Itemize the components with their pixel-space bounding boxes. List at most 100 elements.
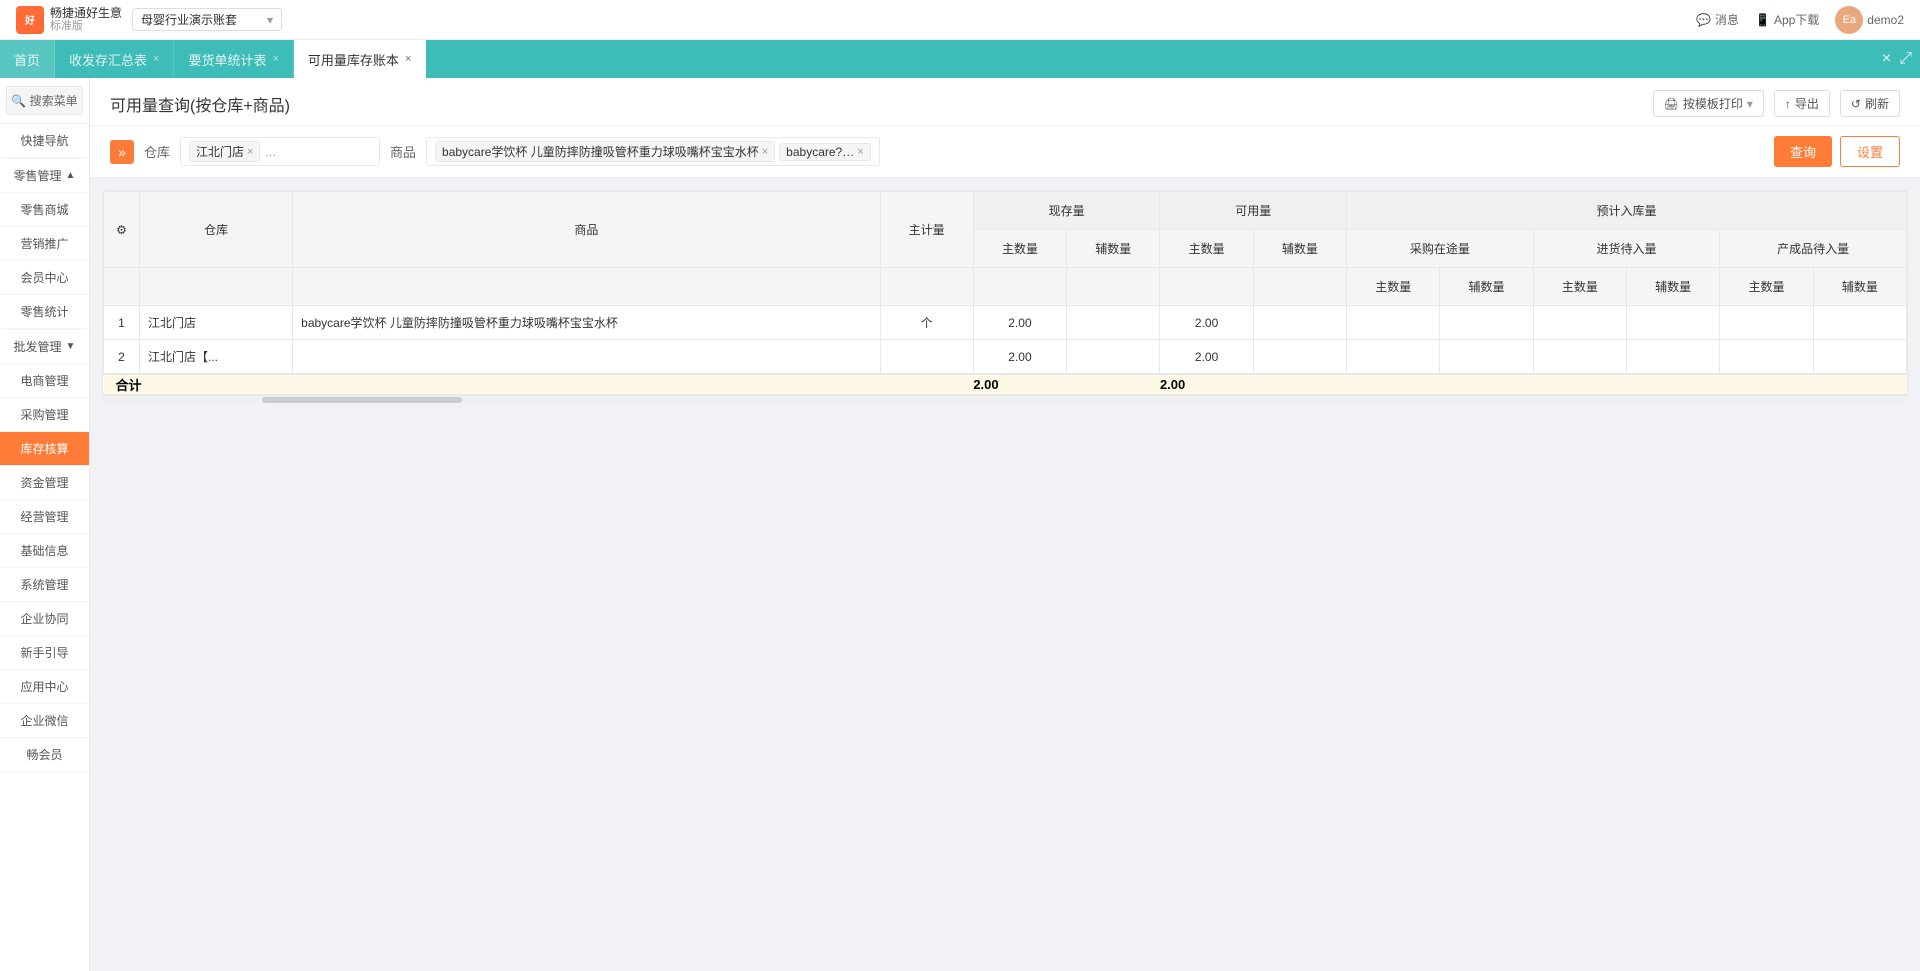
app-download-btn[interactable]: 📱 App下载 [1755,11,1819,28]
product-tag-1: babycare学饮杯 儿童防摔防撞吸管杯重力球吸嘴杯宝宝水杯 × [435,141,775,162]
inventory-table: ⚙ 仓库 商品 主计量 现存量 可用量 预计入库量 主数量 辅数量 主数量 [103,191,1907,394]
app-icon: 📱 [1755,13,1770,27]
sidebar-item-vip-member[interactable]: 畅会员 [0,738,89,772]
th-available: 可用量 [1160,192,1347,230]
message-btn[interactable]: 💬 消息 [1696,11,1739,28]
footer-row: 合计 2.00 2.00 [104,374,1907,394]
sidebar-item-basic-info[interactable]: 基础信息 [0,534,89,568]
warehouse-more[interactable]: … [264,145,276,159]
sidebar-item-enterprise[interactable]: 企业协同 [0,602,89,636]
receipt-tab-label: 收发存汇总表 [69,50,147,69]
th-avail-aux: 辅数量 [1253,230,1346,268]
cell-pur-main [1347,340,1440,375]
scroll-thumb[interactable] [262,397,462,403]
tab-order-stats[interactable]: 要货单统计表 × [174,40,293,78]
sidebar-search-area: 🔍 搜索菜单 [0,78,89,124]
cell-prod-aux [1813,306,1906,340]
th-purchase-transit: 采购在途量 [1347,230,1534,268]
sidebar-item-retail-mall[interactable]: 零售商城 [0,193,89,227]
sidebar-item-wholesale-mgmt[interactable]: 批发管理 ▼ [0,330,89,364]
filter-btn-group: 查询 设置 [1774,136,1900,167]
close-inventory-tab[interactable]: × [405,53,411,65]
sidebar-item-ecommerce[interactable]: 电商管理 [0,364,89,398]
expand-btn[interactable]: ⤢ [1899,50,1912,68]
th-production-waiting: 产成品待入量 [1720,230,1907,268]
cell-stock-aux [1067,340,1160,375]
warehouse-filter-input[interactable]: 江北门店 × … [180,137,380,166]
avatar: Ea [1835,6,1863,34]
table-row: 1 江北门店 babycare学饮杯 儿童防摔防撞吸管杯重力球吸嘴杯宝宝水杯 个… [104,306,1907,340]
sidebar-item-inventory[interactable]: 库存核算 [0,432,89,466]
cell-avail-main: 2.00 [1160,306,1253,340]
sidebar-item-finance[interactable]: 资金管理 [0,466,89,500]
footer-label: 合计 [104,374,974,394]
sidebar-item-system-mgmt[interactable]: 系统管理 [0,568,89,602]
th-stock-main: 主数量 [973,230,1066,268]
sidebar-item-retail-mgmt[interactable]: 零售管理 ▲ [0,159,89,193]
sidebar-item-new-guide[interactable]: 新手引导 [0,636,89,670]
th-empty4 [880,268,973,306]
sidebar-item-app-center[interactable]: 应用中心 [0,670,89,704]
top-bar: 好 畅捷通好生意 标准版 母婴行业演示账套 ▾ 💬 消息 📱 App下载 Ea … [0,0,1920,40]
close-order-tab[interactable]: × [272,53,278,65]
th-stock-aux: 辅数量 [1067,230,1160,268]
sidebar-item-retail-stats[interactable]: 零售统计 [0,295,89,329]
footer-pur-main [1347,374,1440,394]
th-empty8 [1253,268,1346,306]
sidebar: 🔍 搜索菜单 快捷导航 零售管理 ▲ 零售商城 营销推广 会员中心 零售统计 批… [0,78,90,971]
sidebar-item-operations[interactable]: 经营管理 [0,500,89,534]
sidebar-item-purchase-mgmt[interactable]: 采购管理 [0,398,89,432]
th-empty5 [973,268,1066,306]
sidebar-item-marketing[interactable]: 营销推广 [0,227,89,261]
close-all-btn[interactable]: × [1882,50,1891,68]
filter-toggle-btn[interactable]: » [110,140,134,164]
message-icon: 💬 [1696,13,1711,27]
cell-prod-main [1720,340,1813,375]
chevron-icon-2: ▼ [66,341,76,352]
user-menu[interactable]: Ea demo2 [1835,6,1904,34]
footer-avail-aux [1253,374,1346,394]
tab-home[interactable]: 首页 [0,40,55,78]
logo-icon: 好 [16,6,44,34]
filter-bar: » 仓库 江北门店 × … 商品 babycare学饮杯 儿童防摔防撞吸管杯重力… [90,126,1920,178]
sidebar-item-quick-nav[interactable]: 快捷导航 [0,124,89,158]
search-menu-btn[interactable]: 🔍 搜索菜单 [6,86,83,115]
sidebar-item-member-center[interactable]: 会员中心 [0,261,89,295]
close-receipt-tab[interactable]: × [153,53,159,65]
setting-btn[interactable]: 设置 [1840,136,1900,167]
th-empty7 [1160,268,1253,306]
th-current-stock: 现存量 [973,192,1160,230]
remove-warehouse-tag[interactable]: × [247,146,253,158]
tab-receipt-summary[interactable]: 收发存汇总表 × [55,40,174,78]
cell-pur-aux [1440,306,1533,340]
sidebar-item-enterprise-wechat[interactable]: 企业微信 [0,704,89,738]
export-btn[interactable]: ↑ 导出 [1774,90,1830,117]
table-scroll-bar[interactable] [102,395,1908,403]
brand-selector[interactable]: 母婴行业演示账套 ▾ [132,8,282,31]
product-filter-input[interactable]: babycare学饮杯 儿童防摔防撞吸管杯重力球吸嘴杯宝宝水杯 × babyca… [426,137,880,166]
nav-tabs: 首页 收发存汇总表 × 要货单统计表 × 可用量库存账本 × × ⤢ [0,40,1920,78]
logo-text: 畅捷通好生意 标准版 [50,6,122,34]
cell-avail-main: 2.00 [1160,340,1253,375]
remove-product-tag-2[interactable]: × [857,146,863,158]
tab-available-inventory[interactable]: 可用量库存账本 × [294,40,426,78]
page-header: 可用量查询(按仓库+商品) 🖨 按模板打印 ▾ ↑ 导出 ↺ 刷新 [90,78,1920,126]
cell-goods-aux [1627,306,1720,340]
page-title: 可用量查询(按仓库+商品) [110,92,290,116]
print-template-btn[interactable]: 🖨 按模板打印 ▾ [1653,90,1764,117]
table-row: 2 江北门店【... 2.00 2.00 [104,340,1907,375]
cell-product: babycare学饮杯 儿童防摔防撞吸管杯重力球吸嘴杯宝宝水杯 [293,306,880,340]
table-container: ⚙ 仓库 商品 主计量 现存量 可用量 预计入库量 主数量 辅数量 主数量 [90,178,1920,971]
cell-pur-aux [1440,340,1533,375]
refresh-btn[interactable]: ↺ 刷新 [1840,90,1900,117]
cell-prod-main [1720,306,1813,340]
cell-stock-main: 2.00 [973,306,1066,340]
order-tab-label: 要货单统计表 [188,50,266,69]
footer-stock-main: 2.00 [973,374,1066,394]
query-btn[interactable]: 查询 [1774,136,1832,167]
th-product: 商品 [293,192,880,268]
remove-product-tag-1[interactable]: × [762,146,768,158]
cell-avail-aux [1253,340,1346,375]
cell-goods-aux [1627,340,1720,375]
footer-pur-aux [1440,374,1533,394]
